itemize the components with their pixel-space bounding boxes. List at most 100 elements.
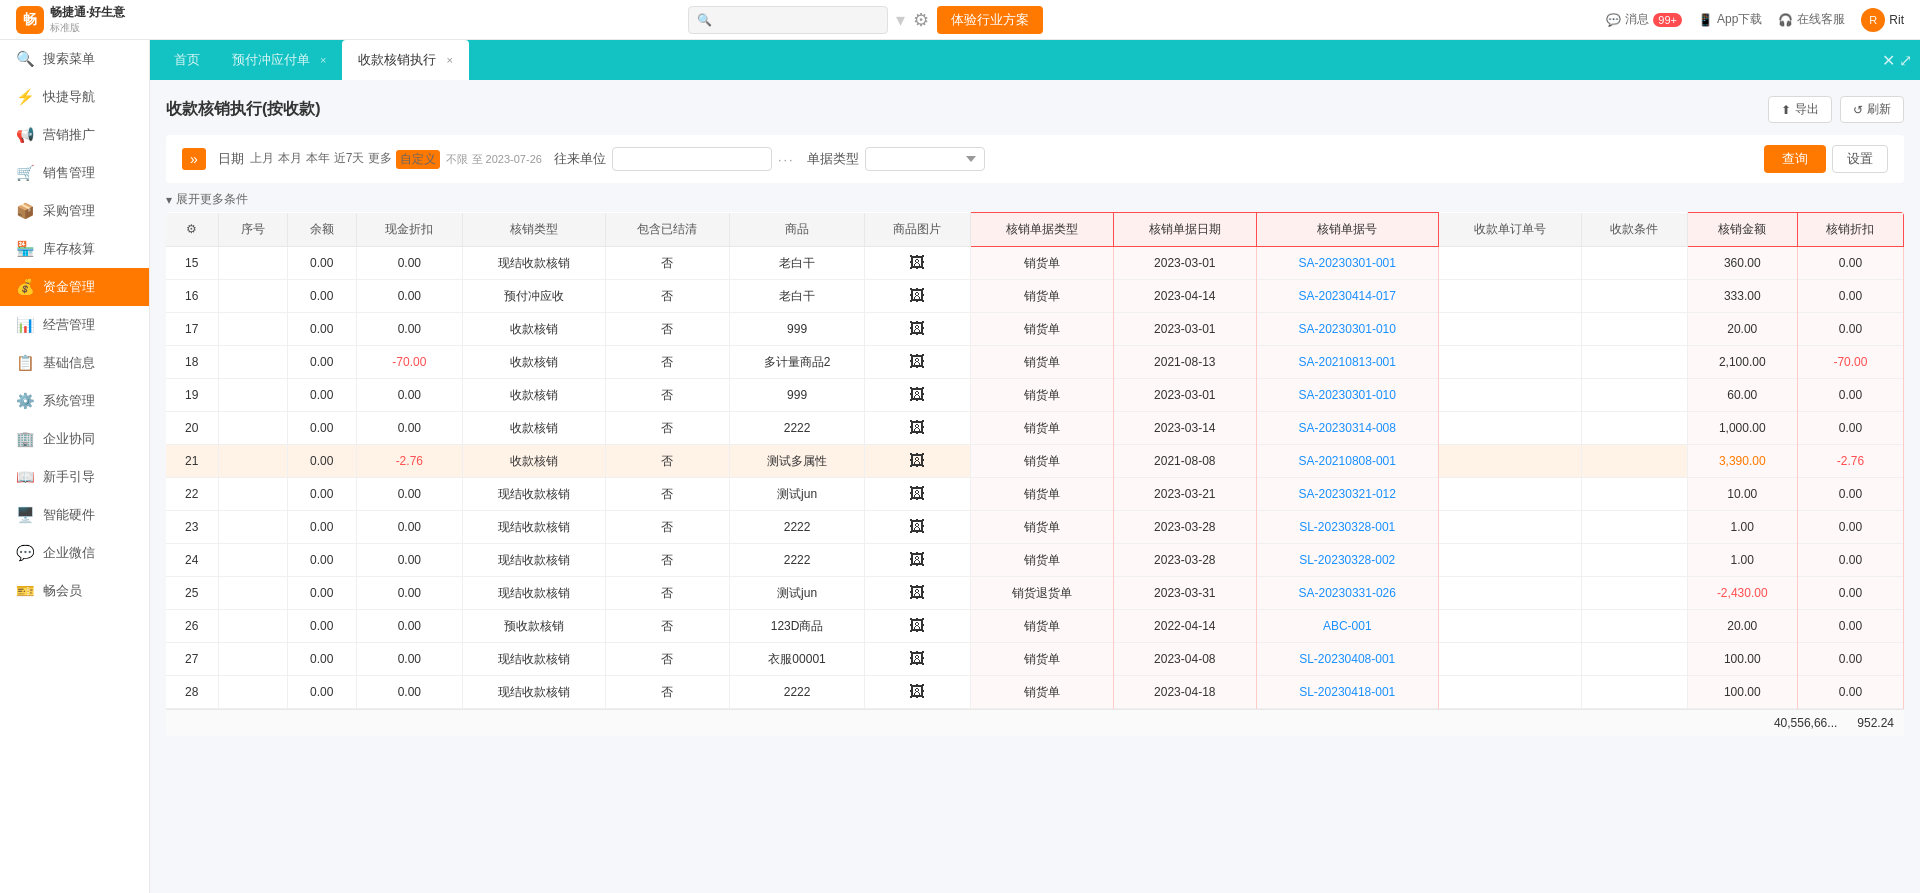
- cell-bill_no[interactable]: SL-20230408-001: [1256, 643, 1438, 676]
- tab-home[interactable]: 首页: [158, 40, 216, 80]
- cell-bill_no[interactable]: SL-20230328-002: [1256, 544, 1438, 577]
- cell-bill_no[interactable]: SA-20230301-010: [1256, 379, 1438, 412]
- sidebar-item-marketing[interactable]: 📢营销推广: [0, 116, 149, 154]
- sidebar-item-system[interactable]: ⚙️系统管理: [0, 382, 149, 420]
- tab-prepay[interactable]: 预付冲应付单×: [216, 40, 342, 80]
- date-custom-tag[interactable]: 自定义: [396, 150, 440, 169]
- col-header-writeoff_amount: 核销金额: [1687, 213, 1797, 247]
- filter-partner-dots[interactable]: ···: [778, 152, 795, 167]
- date-this-year[interactable]: 本年: [306, 150, 330, 169]
- cell-bill_type: 销货单: [970, 676, 1113, 709]
- cell-bill_no[interactable]: SA-20210813-001: [1256, 346, 1438, 379]
- cell-include_settled: 否: [605, 379, 729, 412]
- cell-bill_no[interactable]: SA-20230331-026: [1256, 577, 1438, 610]
- sidebar-label-marketing: 营销推广: [43, 126, 95, 144]
- cell-receipt_condition: [1581, 346, 1687, 379]
- bill-no-link[interactable]: ABC-001: [1323, 619, 1372, 633]
- tab-close-prepay[interactable]: ×: [320, 54, 326, 66]
- search-bar[interactable]: 🔍: [688, 6, 888, 34]
- filter-settings-btn[interactable]: 设置: [1832, 145, 1888, 173]
- cell-bill_type: 销货单: [970, 445, 1113, 478]
- col-header-bill_no: 核销单据号: [1256, 213, 1438, 247]
- notification-btn[interactable]: 💬 消息 99+: [1606, 11, 1682, 28]
- refresh-btn[interactable]: ↺ 刷新: [1840, 96, 1904, 123]
- cell-bill_no[interactable]: SA-20210808-001: [1256, 445, 1438, 478]
- sidebar-item-sales[interactable]: 🛒销售管理: [0, 154, 149, 192]
- bill-no-link[interactable]: SA-20230301-001: [1299, 256, 1396, 270]
- date-7days[interactable]: 近7天: [334, 150, 365, 169]
- dropdown-icon[interactable]: ▾: [896, 9, 905, 31]
- cell-bill_no[interactable]: SA-20230301-010: [1256, 313, 1438, 346]
- table-row: 220.000.00现结收款核销否测试jun🖼销货单2023-03-21SA-2…: [166, 478, 1904, 511]
- cell-receipt_condition: [1581, 577, 1687, 610]
- cell-bill_no[interactable]: SA-20230414-017: [1256, 280, 1438, 313]
- bill-no-link[interactable]: SL-20230328-001: [1299, 520, 1395, 534]
- sidebar-item-inventory[interactable]: 🏪库存核算: [0, 230, 149, 268]
- sidebar-item-search[interactable]: 🔍搜索菜单: [0, 40, 149, 78]
- table-row: 230.000.00现结收款核销否2222🖼销货单2023-03-28SL-20…: [166, 511, 1904, 544]
- bill-no-link[interactable]: SA-20210808-001: [1299, 454, 1396, 468]
- cell-receipt_order: [1438, 247, 1581, 280]
- date-this-month[interactable]: 本月: [278, 150, 302, 169]
- cell-bill_no[interactable]: SA-20230314-008: [1256, 412, 1438, 445]
- cell-cash_discount: -70.00: [356, 346, 462, 379]
- table-settings-icon[interactable]: ⚙: [186, 222, 197, 236]
- app-version: 标准版: [50, 21, 125, 35]
- bill-no-link[interactable]: SA-20230301-010: [1299, 322, 1396, 336]
- bill-no-link[interactable]: SA-20230301-010: [1299, 388, 1396, 402]
- cell-bill_no[interactable]: ABC-001: [1256, 610, 1438, 643]
- tab-expand-icon[interactable]: ⤢: [1899, 51, 1912, 70]
- table-settings-header[interactable]: ⚙: [166, 213, 218, 247]
- cell-bill_no[interactable]: SL-20230418-001: [1256, 676, 1438, 709]
- user-info[interactable]: R Rit: [1861, 8, 1904, 32]
- tab-receipt[interactable]: 收款核销执行×: [342, 40, 468, 80]
- bill-no-link[interactable]: SA-20230414-017: [1299, 289, 1396, 303]
- app-download-label: App下载: [1717, 11, 1762, 28]
- sidebar-item-wechat[interactable]: 💬企业微信: [0, 534, 149, 572]
- bill-no-link[interactable]: SA-20230321-012: [1299, 487, 1396, 501]
- date-prev-month[interactable]: 上月: [250, 150, 274, 169]
- settings-icon[interactable]: ⚙: [913, 9, 929, 31]
- filter-bill-type-select[interactable]: [865, 147, 985, 171]
- app-download-btn[interactable]: 📱 App下载: [1698, 11, 1762, 28]
- tab-close-all-icon[interactable]: ✕: [1882, 51, 1895, 70]
- sidebar-item-operation[interactable]: 📊经营管理: [0, 306, 149, 344]
- cell-receipt_order: [1438, 478, 1581, 511]
- query-btn[interactable]: 查询: [1764, 145, 1826, 173]
- sidebar-item-enterprise[interactable]: 🏢企业协同: [0, 420, 149, 458]
- date-more[interactable]: 更多: [368, 150, 392, 169]
- sidebar-item-purchase[interactable]: 📦采购管理: [0, 192, 149, 230]
- cell-bill_no[interactable]: SA-20230301-001: [1256, 247, 1438, 280]
- sidebar-item-basic[interactable]: 📋基础信息: [0, 344, 149, 382]
- cell-no: 15: [166, 247, 218, 280]
- filter-expand-btn[interactable]: »: [182, 148, 206, 170]
- cell-receipt_condition: [1581, 478, 1687, 511]
- filter-partner-input[interactable]: [612, 147, 772, 171]
- online-service-btn[interactable]: 🎧 在线客服: [1778, 11, 1845, 28]
- bill-no-link[interactable]: SL-20230408-001: [1299, 652, 1395, 666]
- bill-no-link[interactable]: SL-20230418-001: [1299, 685, 1395, 699]
- tab-close-receipt[interactable]: ×: [446, 54, 452, 66]
- expand-more[interactable]: ▾ 展开更多条件: [166, 191, 1904, 208]
- export-btn[interactable]: ⬆ 导出: [1768, 96, 1832, 123]
- bill-no-link[interactable]: SA-20230314-008: [1299, 421, 1396, 435]
- sidebar-item-member[interactable]: 🎫畅会员: [0, 572, 149, 610]
- industry-btn[interactable]: 体验行业方案: [937, 6, 1043, 34]
- cell-no: 24: [166, 544, 218, 577]
- bill-no-link[interactable]: SA-20230331-026: [1299, 586, 1396, 600]
- cell-cash_discount: 0.00: [356, 247, 462, 280]
- col-header-type: 核销类型: [462, 213, 605, 247]
- sidebar-icon-guide: 📖: [16, 468, 35, 486]
- bill-no-link[interactable]: SA-20210813-001: [1299, 355, 1396, 369]
- cell-balance: 0.00: [287, 313, 356, 346]
- cell-goods_img: 🖼: [864, 280, 970, 313]
- sidebar-item-capital[interactable]: 💰资金管理: [0, 268, 149, 306]
- sidebar-item-shortcut[interactable]: ⚡快捷导航: [0, 78, 149, 116]
- bill-no-link[interactable]: SL-20230328-002: [1299, 553, 1395, 567]
- cell-no: [218, 412, 287, 445]
- cell-bill_no[interactable]: SL-20230328-001: [1256, 511, 1438, 544]
- sidebar-item-guide[interactable]: 📖新手引导: [0, 458, 149, 496]
- sidebar-item-hardware[interactable]: 🖥️智能硬件: [0, 496, 149, 534]
- cell-bill_date: 2023-03-28: [1113, 544, 1256, 577]
- cell-bill_no[interactable]: SA-20230321-012: [1256, 478, 1438, 511]
